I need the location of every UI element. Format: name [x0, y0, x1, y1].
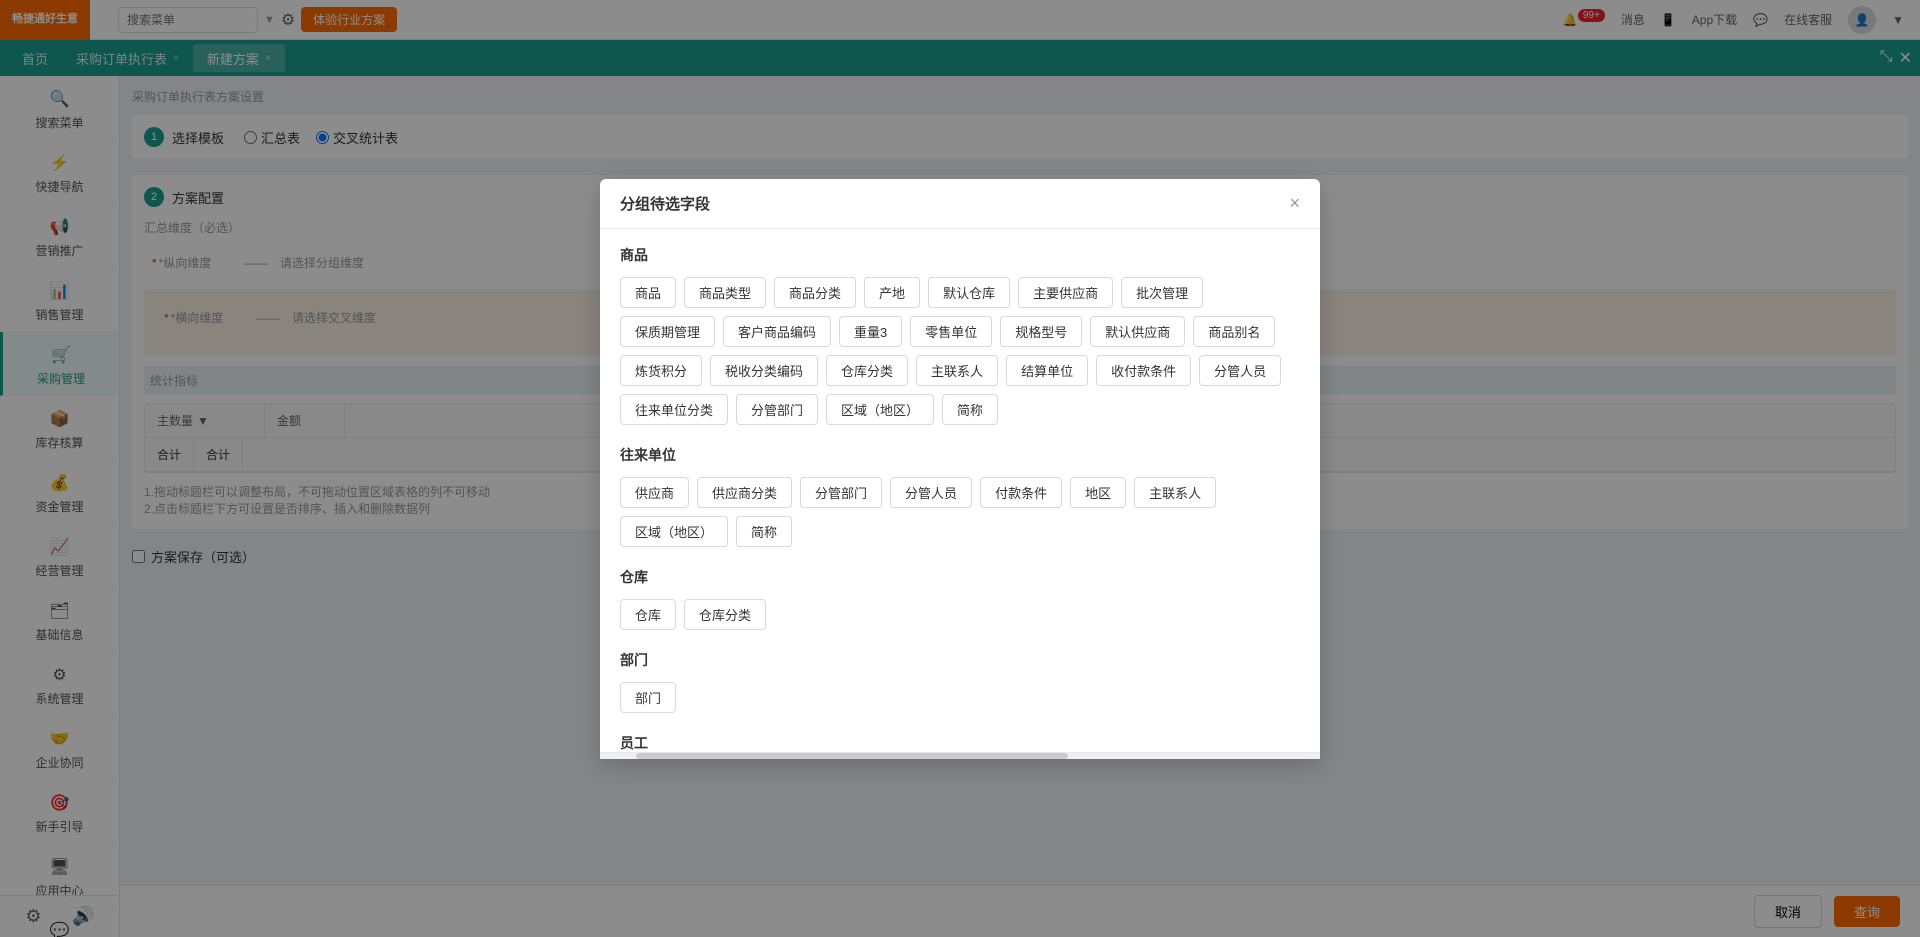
field-tag[interactable]: 客户商品编码: [723, 316, 831, 347]
modal-title: 分组待选字段: [620, 193, 710, 214]
modal-dialog: 分组待选字段 × 商品商品商品类型商品分类产地默认仓库主要供应商批次管理保质期管…: [600, 179, 1320, 759]
field-tag[interactable]: 分管人员: [1199, 355, 1281, 386]
field-tags-往来单位: 供应商供应商分类分管部门分管人员付款条件地区主联系人区域（地区） 简称: [620, 477, 1300, 547]
field-tag[interactable]: 默认仓库: [928, 277, 1010, 308]
field-tags-部门: 部门: [620, 682, 1300, 713]
field-tag[interactable]: 区域（地区）: [620, 516, 728, 547]
field-tags-商品: 商品商品类型商品分类产地默认仓库主要供应商批次管理保质期管理客户商品编码重量3 零…: [620, 277, 1300, 425]
modal-horizontal-scrollbar[interactable]: [600, 752, 1320, 759]
field-tag[interactable]: 主要供应商: [1018, 277, 1113, 308]
field-tag[interactable]: 商品分类: [774, 277, 856, 308]
field-tag[interactable]: 简称: [736, 516, 792, 547]
field-tag[interactable]: 分管部门: [800, 477, 882, 508]
field-tag[interactable]: 仓库: [620, 599, 676, 630]
field-tag[interactable]: 炼货积分: [620, 355, 702, 386]
field-tag[interactable]: 商品类型: [684, 277, 766, 308]
field-tag[interactable]: 区域（地区）: [826, 394, 934, 425]
field-tags-仓库: 仓库仓库分类: [620, 599, 1300, 630]
field-tag[interactable]: 地区: [1070, 477, 1126, 508]
field-group-title-往来单位: 往来单位: [620, 445, 1300, 465]
field-tag[interactable]: 结算单位: [1006, 355, 1088, 386]
field-tag[interactable]: 仓库分类: [684, 599, 766, 630]
field-tag[interactable]: 分管部门: [736, 394, 818, 425]
field-tag[interactable]: 往来单位分类: [620, 394, 728, 425]
field-tag[interactable]: 简称: [942, 394, 998, 425]
field-tag[interactable]: 仓库分类: [826, 355, 908, 386]
field-tag[interactable]: 重量3: [839, 316, 902, 347]
modal-scrollbar-thumb: [636, 753, 1068, 759]
field-tag[interactable]: 保质期管理: [620, 316, 715, 347]
field-tag[interactable]: 部门: [620, 682, 676, 713]
field-tag[interactable]: 商品: [620, 277, 676, 308]
field-tag[interactable]: 商品别名: [1193, 316, 1275, 347]
field-group-title-仓库: 仓库: [620, 567, 1300, 587]
field-tag[interactable]: 分管人员: [890, 477, 972, 508]
field-tag[interactable]: 供应商分类: [697, 477, 792, 508]
modal-close-btn[interactable]: ×: [1289, 194, 1300, 212]
field-tag[interactable]: 付款条件: [980, 477, 1062, 508]
field-tag[interactable]: 主联系人: [1134, 477, 1216, 508]
field-tag[interactable]: 批次管理: [1121, 277, 1203, 308]
field-group-title-部门: 部门: [620, 650, 1300, 670]
field-group-title-员工: 员工: [620, 733, 1300, 752]
field-tag[interactable]: 主联系人: [916, 355, 998, 386]
modal-body: 商品商品商品类型商品分类产地默认仓库主要供应商批次管理保质期管理客户商品编码重量…: [600, 229, 1320, 752]
field-tag[interactable]: 收付款条件: [1096, 355, 1191, 386]
modal-overlay[interactable]: 分组待选字段 × 商品商品商品类型商品分类产地默认仓库主要供应商批次管理保质期管…: [0, 0, 1920, 937]
field-tag[interactable]: 默认供应商: [1090, 316, 1185, 347]
field-tag[interactable]: 产地: [864, 277, 920, 308]
field-group-title-商品: 商品: [620, 245, 1300, 265]
modal-header: 分组待选字段 ×: [600, 179, 1320, 229]
field-tag[interactable]: 税收分类编码: [710, 355, 818, 386]
field-tag[interactable]: 零售单位: [910, 316, 992, 347]
field-tag[interactable]: 供应商: [620, 477, 689, 508]
field-tag[interactable]: 规格型号: [1000, 316, 1082, 347]
